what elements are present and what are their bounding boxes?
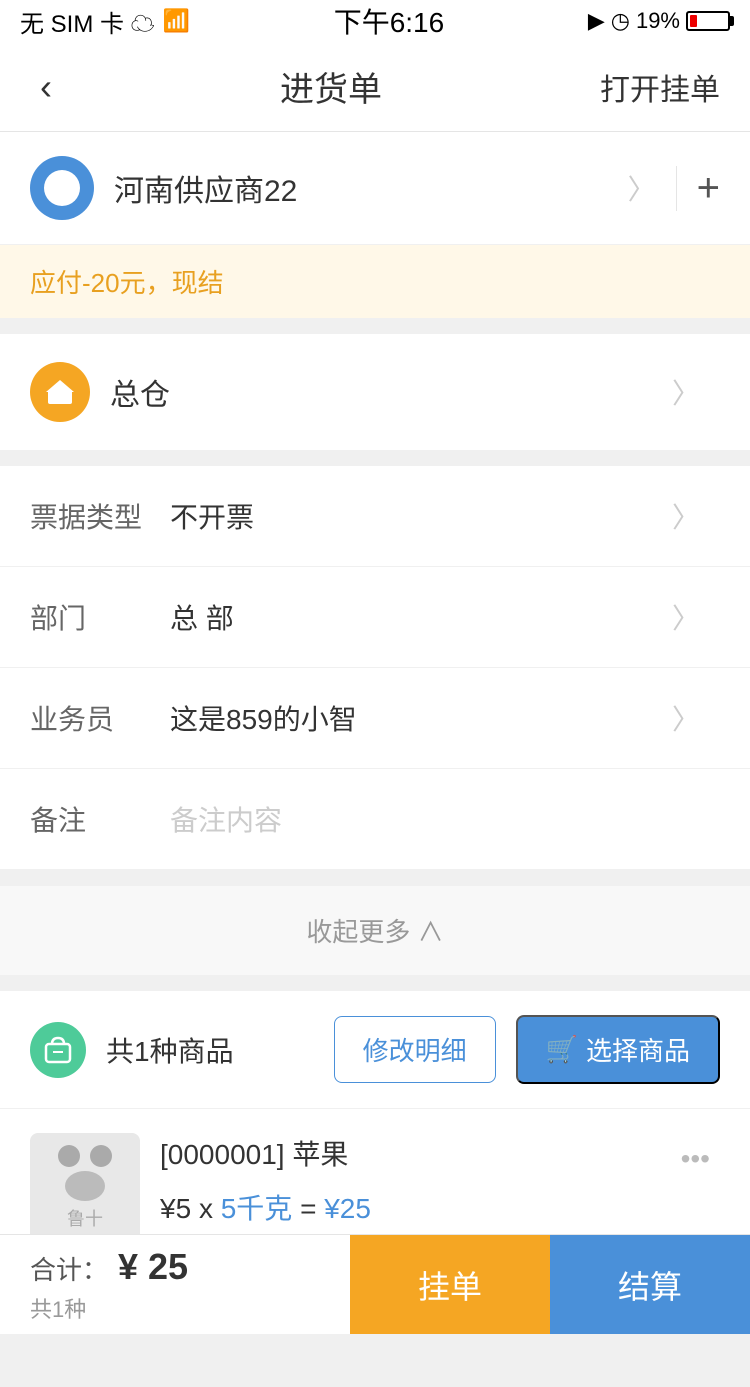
page-title: 进货单: [280, 62, 382, 111]
alarm-icon: ◷: [611, 8, 630, 34]
open-hold-button[interactable]: 打开挂单: [600, 65, 720, 109]
dept-chevron-icon: 〉: [672, 597, 700, 637]
dept-label: 部门: [30, 597, 170, 637]
status-time: 下午6:16: [334, 1, 445, 41]
staff-chevron-icon: 〉: [672, 698, 700, 738]
total-sub: 共1种: [30, 1292, 320, 1324]
more-options-button[interactable]: •••: [671, 1133, 720, 1185]
collapse-button[interactable]: 收起更多 ∧: [0, 886, 750, 975]
product-header: 共1种商品 修改明细 🛒 选择商品: [0, 991, 750, 1109]
edit-detail-button[interactable]: 修改明细: [334, 1016, 496, 1083]
staff-label: 业务员: [30, 698, 170, 738]
dept-value: 总 部: [170, 597, 672, 637]
invoice-label: 票据类型: [30, 496, 170, 536]
notice-bar: 应付-20元，现结: [0, 245, 750, 318]
product-count-text: 共1种商品: [106, 1030, 314, 1070]
collapse-label: 收起更多 ∧: [306, 912, 443, 949]
product-price: ¥5 x 5千克 = ¥25: [160, 1187, 651, 1227]
remark-label: 备注: [30, 799, 170, 839]
back-button[interactable]: ‹: [30, 56, 62, 118]
thumb-text: 鲁十: [67, 1205, 103, 1231]
supplier-section: 河南供应商22 〉 + 应付-20元，现结: [0, 132, 750, 318]
select-product-icon: 🛒: [546, 1034, 578, 1065]
total-section: 合计： ¥ 25 共1种: [0, 1235, 350, 1334]
hold-button[interactable]: 挂单: [350, 1235, 550, 1334]
product-count-icon: [30, 1022, 86, 1078]
supplier-avatar: [30, 156, 94, 220]
nav-bar: ‹ 进货单 打开挂单: [0, 42, 750, 132]
staff-value: 这是859的小智: [170, 698, 672, 738]
total-label: 合计：: [30, 1250, 108, 1287]
staff-row[interactable]: 业务员 这是859的小智 〉: [0, 668, 750, 769]
status-right: ▶ ◷ 19%: [588, 8, 730, 34]
invoice-chevron-icon: 〉: [672, 496, 700, 536]
divider: [0, 975, 750, 991]
wifi-icon: 📶: [163, 8, 190, 34]
supplier-chevron-icon: 〉: [628, 168, 656, 208]
remark-input[interactable]: 备注内容: [170, 799, 720, 839]
owl-logo: 鲁十: [58, 1145, 112, 1231]
product-thumbnail: 鲁十: [30, 1133, 140, 1243]
battery-icon: [686, 11, 730, 31]
warehouse-chevron-icon: 〉: [672, 372, 700, 412]
product-info: [0000001] 苹果 ¥5 x 5千克 = ¥25: [160, 1133, 651, 1227]
product-total: ¥25: [324, 1193, 371, 1224]
checkout-button[interactable]: 结算: [550, 1235, 750, 1334]
equals-sign: =: [300, 1193, 324, 1224]
invoice-value: 不开票: [170, 496, 672, 536]
product-name: [0000001] 苹果: [160, 1133, 651, 1173]
warehouse-name: 总仓: [110, 370, 672, 414]
select-product-button[interactable]: 🛒 选择商品: [516, 1015, 720, 1084]
price-separator: x: [199, 1193, 221, 1224]
status-left: 无 SIM 卡 ☁ 📶: [20, 4, 190, 39]
dept-row[interactable]: 部门 总 部 〉: [0, 567, 750, 668]
supplier-row: 河南供应商22 〉 +: [0, 132, 750, 245]
main-content: 河南供应商22 〉 + 应付-20元，现结 总仓 〉 票据类型 不开票 〉 部门…: [0, 132, 750, 1387]
product-qty: 5千克: [221, 1193, 293, 1224]
price-per-unit: ¥5: [160, 1193, 191, 1224]
status-bar: 无 SIM 卡 ☁ 📶 下午6:16 ▶ ◷ 19%: [0, 0, 750, 42]
warehouse-icon: [30, 362, 90, 422]
location-icon: ▶: [588, 8, 605, 34]
remark-row[interactable]: 备注 备注内容: [0, 769, 750, 870]
invoice-row[interactable]: 票据类型 不开票 〉: [0, 466, 750, 567]
form-section: 票据类型 不开票 〉 部门 总 部 〉 业务员 这是859的小智 〉 备注 备注…: [0, 466, 750, 870]
no-sim-text: 无 SIM 卡 ☁: [20, 4, 155, 39]
warehouse-section[interactable]: 总仓 〉: [0, 334, 750, 450]
total-amount: ¥ 25: [118, 1246, 188, 1288]
supplier-name[interactable]: 河南供应商22: [114, 166, 628, 210]
add-button[interactable]: +: [676, 166, 720, 211]
select-product-label: 选择商品: [586, 1031, 690, 1068]
bottom-bar: 合计： ¥ 25 共1种 挂单 结算: [0, 1234, 750, 1334]
battery-percent: 19%: [636, 8, 680, 34]
